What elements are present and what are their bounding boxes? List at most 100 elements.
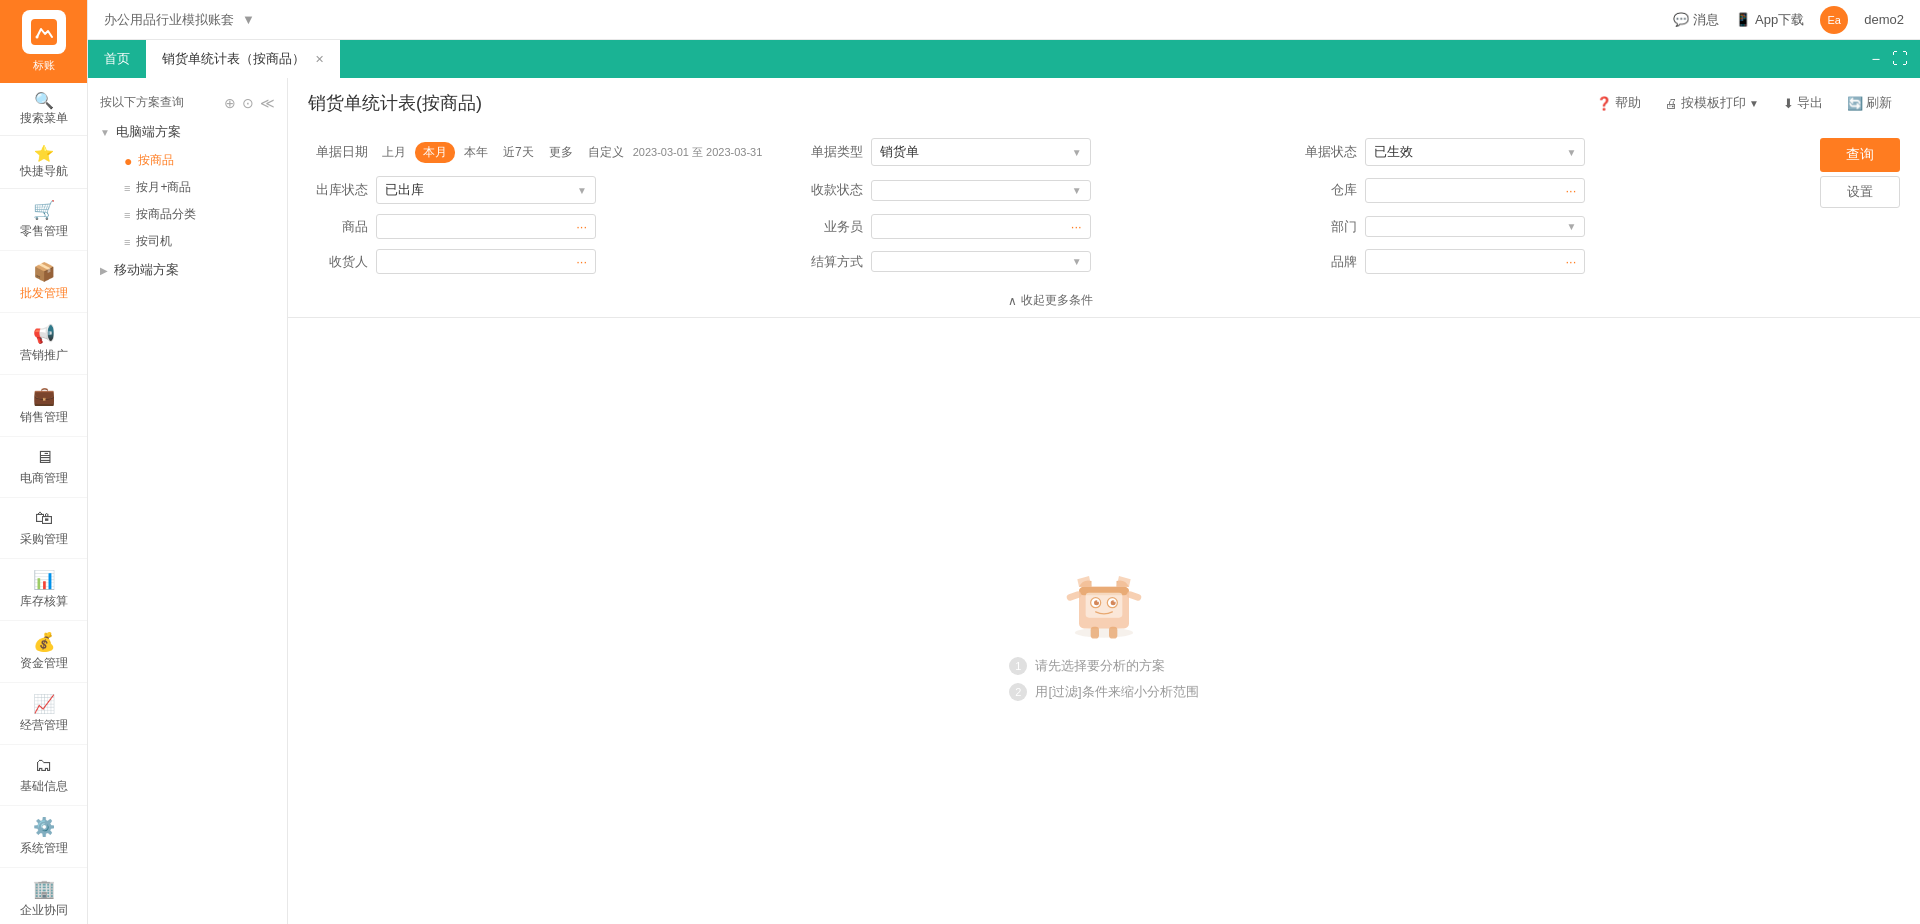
warehouse-label: 仓库 <box>1297 181 1365 199</box>
dept-select[interactable]: ▼ <box>1365 216 1585 237</box>
header-left: 办公用品行业模拟账套 ▼ <box>104 11 255 29</box>
warehouse-dots: ··· <box>1565 183 1576 198</box>
tree-by-product[interactable]: ● 按商品 <box>88 147 287 174</box>
corp-label: 企业协同 <box>20 902 68 919</box>
collapse-label: 收起更多条件 <box>1021 292 1093 309</box>
tab-minimize-icon[interactable]: － <box>1868 49 1884 70</box>
sidebar-search[interactable]: 🔍 搜索菜单 <box>0 83 87 136</box>
settle-cell: 结算方式 ▼ <box>803 249 1298 274</box>
tab-actions: － ⛶ <box>1868 49 1920 70</box>
doc-type-select[interactable]: 销货单 ▼ <box>871 138 1091 166</box>
tree-arrow-mobile: ▶ <box>100 265 108 276</box>
print-btn[interactable]: 🖨 按模板打印 ▼ <box>1657 90 1767 116</box>
sidebar-item-system[interactable]: ⚙️ 系统管理 <box>0 806 87 868</box>
date-last-month-btn[interactable]: 上月 <box>376 142 412 163</box>
query-btn-group: 查询 设置 <box>1808 138 1900 317</box>
doc-status-select[interactable]: 已生效 ▼ <box>1365 138 1585 166</box>
by-product-label: 按商品 <box>138 152 174 169</box>
settle-select[interactable]: ▼ <box>871 251 1091 272</box>
sidebar-item-inventory[interactable]: 📊 库存核算 <box>0 559 87 621</box>
recv-status-label: 收款状态 <box>803 181 871 199</box>
purchase-icon: 🛍 <box>35 508 53 529</box>
doc-type-arrow: ▼ <box>1072 147 1082 158</box>
message-btn[interactable]: 💬 消息 <box>1673 11 1719 29</box>
recv-status-select[interactable]: ▼ <box>871 180 1091 201</box>
by-month-product-label: 按月+商品 <box>136 179 191 196</box>
tab-sales-stat[interactable]: 销货单统计表（按商品） ✕ <box>146 40 340 78</box>
export-btn[interactable]: ⬇ 导出 <box>1775 90 1831 116</box>
tip-num-2: 2 <box>1009 683 1027 701</box>
cashier-icon: ≡ <box>124 236 130 248</box>
consignee-cell: 收货人 ··· <box>308 249 803 274</box>
add-scheme-icon[interactable]: ⊕ <box>224 95 236 111</box>
tree-by-month-product[interactable]: ≡ 按月+商品 <box>88 174 287 201</box>
consignee-input[interactable]: ··· <box>376 249 596 274</box>
tip-text-1: 请先选择要分析的方案 <box>1035 657 1165 675</box>
sidebar-item-marketing[interactable]: 📢 营销推广 <box>0 313 87 375</box>
user-name: demo2 <box>1864 12 1904 27</box>
consignee-label: 收货人 <box>308 253 376 271</box>
sidebar-item-finance[interactable]: 💰 资金管理 <box>0 621 87 683</box>
by-category-label: 按商品分类 <box>136 206 196 223</box>
tree-mobile[interactable]: ▶ 移动端方案 <box>88 255 287 285</box>
tab-home-label: 首页 <box>104 50 130 68</box>
product-input[interactable]: ··· <box>376 214 596 239</box>
brand-input[interactable]: ··· <box>1365 249 1585 274</box>
sidebar-item-operation[interactable]: 📈 经营管理 <box>0 683 87 745</box>
warehouse-cell: 仓库 ··· <box>1297 176 1792 204</box>
tree-by-cashier[interactable]: ≡ 按司机 <box>88 228 287 255</box>
date-this-year-btn[interactable]: 本年 <box>458 142 494 163</box>
inventory-icon: 📊 <box>33 569 55 591</box>
settings-btn[interactable]: 设置 <box>1820 176 1900 208</box>
search-label: 搜索菜单 <box>20 110 68 127</box>
collapse-panel-icon[interactable]: ≪ <box>260 95 275 111</box>
sidebar-quick-nav[interactable]: ⭐ 快捷导航 <box>0 136 87 189</box>
tab-maximize-icon[interactable]: ⛶ <box>1892 50 1908 68</box>
tab-close-icon[interactable]: ✕ <box>315 53 324 66</box>
doc-type-label: 单据类型 <box>803 143 871 161</box>
salesman-input[interactable]: ··· <box>871 214 1091 239</box>
date-this-month-btn[interactable]: 本月 <box>415 142 455 163</box>
out-status-select[interactable]: 已出库 ▼ <box>376 176 596 204</box>
ecommerce-icon: 🖥 <box>35 447 53 468</box>
settings-scheme-icon[interactable]: ⊙ <box>242 95 254 111</box>
sidebar-item-sales[interactable]: 💼 销售管理 <box>0 375 87 437</box>
doc-status-arrow: ▼ <box>1566 147 1576 158</box>
avatar[interactable]: Ea <box>1820 6 1848 34</box>
top-header: 办公用品行业模拟账套 ▼ 💬 消息 📱 App下载 Ea demo2 <box>88 0 1920 40</box>
logo-area[interactable]: 标账 <box>0 0 87 83</box>
collapse-bar[interactable]: ∧ 收起更多条件 <box>308 284 1792 317</box>
warehouse-input[interactable]: ··· <box>1365 178 1585 203</box>
tree-by-category[interactable]: ≡ 按商品分类 <box>88 201 287 228</box>
download-icon: 📱 <box>1735 12 1751 27</box>
purchase-label: 采购管理 <box>20 531 68 548</box>
app-download-btn[interactable]: 📱 App下载 <box>1735 11 1804 29</box>
doc-type-cell: 单据类型 销货单 ▼ <box>803 138 1298 166</box>
quick-label: 快捷导航 <box>20 163 68 180</box>
basic-icon: 🗂 <box>35 755 53 776</box>
refresh-btn[interactable]: 🔄 刷新 <box>1839 90 1900 116</box>
date-more-btn[interactable]: 更多 <box>543 142 579 163</box>
date-7days-btn[interactable]: 近7天 <box>497 142 540 163</box>
product-dots: ··· <box>576 219 587 234</box>
product-label: 商品 <box>308 218 376 236</box>
query-btn[interactable]: 查询 <box>1820 138 1900 172</box>
tree-desktop[interactable]: ▼ 电脑端方案 <box>88 117 287 147</box>
tab-home[interactable]: 首页 <box>88 40 146 78</box>
help-btn[interactable]: ❓ 帮助 <box>1588 90 1649 116</box>
marketing-label: 营销推广 <box>20 347 68 364</box>
scheme-label: 按以下方案查询 <box>100 94 184 111</box>
retail-icon: 🛒 <box>33 199 55 221</box>
sidebar-item-basic[interactable]: 🗂 基础信息 <box>0 745 87 806</box>
sidebar-item-retail[interactable]: 🛒 零售管理 <box>0 189 87 251</box>
sidebar-item-corp[interactable]: 🏢 企业协同 <box>0 868 87 924</box>
sidebar-item-wholesale[interactable]: 📦 批发管理 <box>0 251 87 313</box>
refresh-label: 刷新 <box>1866 94 1892 112</box>
dropdown-icon[interactable]: ▼ <box>242 12 255 27</box>
industry-label: 办公用品行业模拟账套 <box>104 11 234 29</box>
date-custom-btn[interactable]: 自定义 <box>582 142 630 163</box>
sidebar-item-ecommerce[interactable]: 🖥 电商管理 <box>0 437 87 498</box>
consignee-dots: ··· <box>576 254 587 269</box>
sidebar-item-purchase[interactable]: 🛍 采购管理 <box>0 498 87 559</box>
date-range-display: 2023-03-01 至 2023-03-31 <box>633 145 763 160</box>
